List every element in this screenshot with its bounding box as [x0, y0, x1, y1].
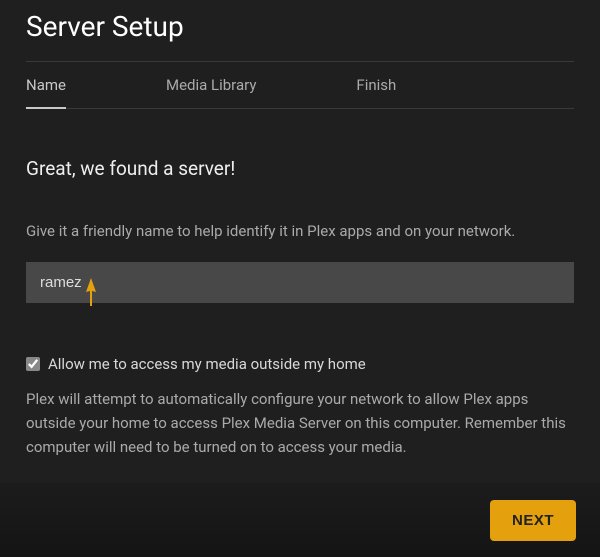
wizard-tabs: Name Media Library Finish [26, 61, 574, 109]
helper-text: Give it a friendly name to help identify… [26, 222, 574, 240]
page-title: Server Setup [26, 10, 574, 43]
tab-name[interactable]: Name [26, 62, 66, 108]
server-name-input[interactable] [26, 262, 574, 303]
found-server-heading: Great, we found a server! [26, 157, 574, 180]
footer-bar: NEXT [0, 483, 600, 557]
remote-access-label: Allow me to access my media outside my h… [48, 355, 366, 373]
tab-finish[interactable]: Finish [356, 62, 396, 108]
remote-access-checkbox[interactable] [26, 357, 40, 371]
remote-access-explain: Plex will attempt to automatically confi… [26, 387, 574, 459]
next-button[interactable]: NEXT [490, 500, 576, 541]
tab-media-library[interactable]: Media Library [166, 62, 256, 108]
